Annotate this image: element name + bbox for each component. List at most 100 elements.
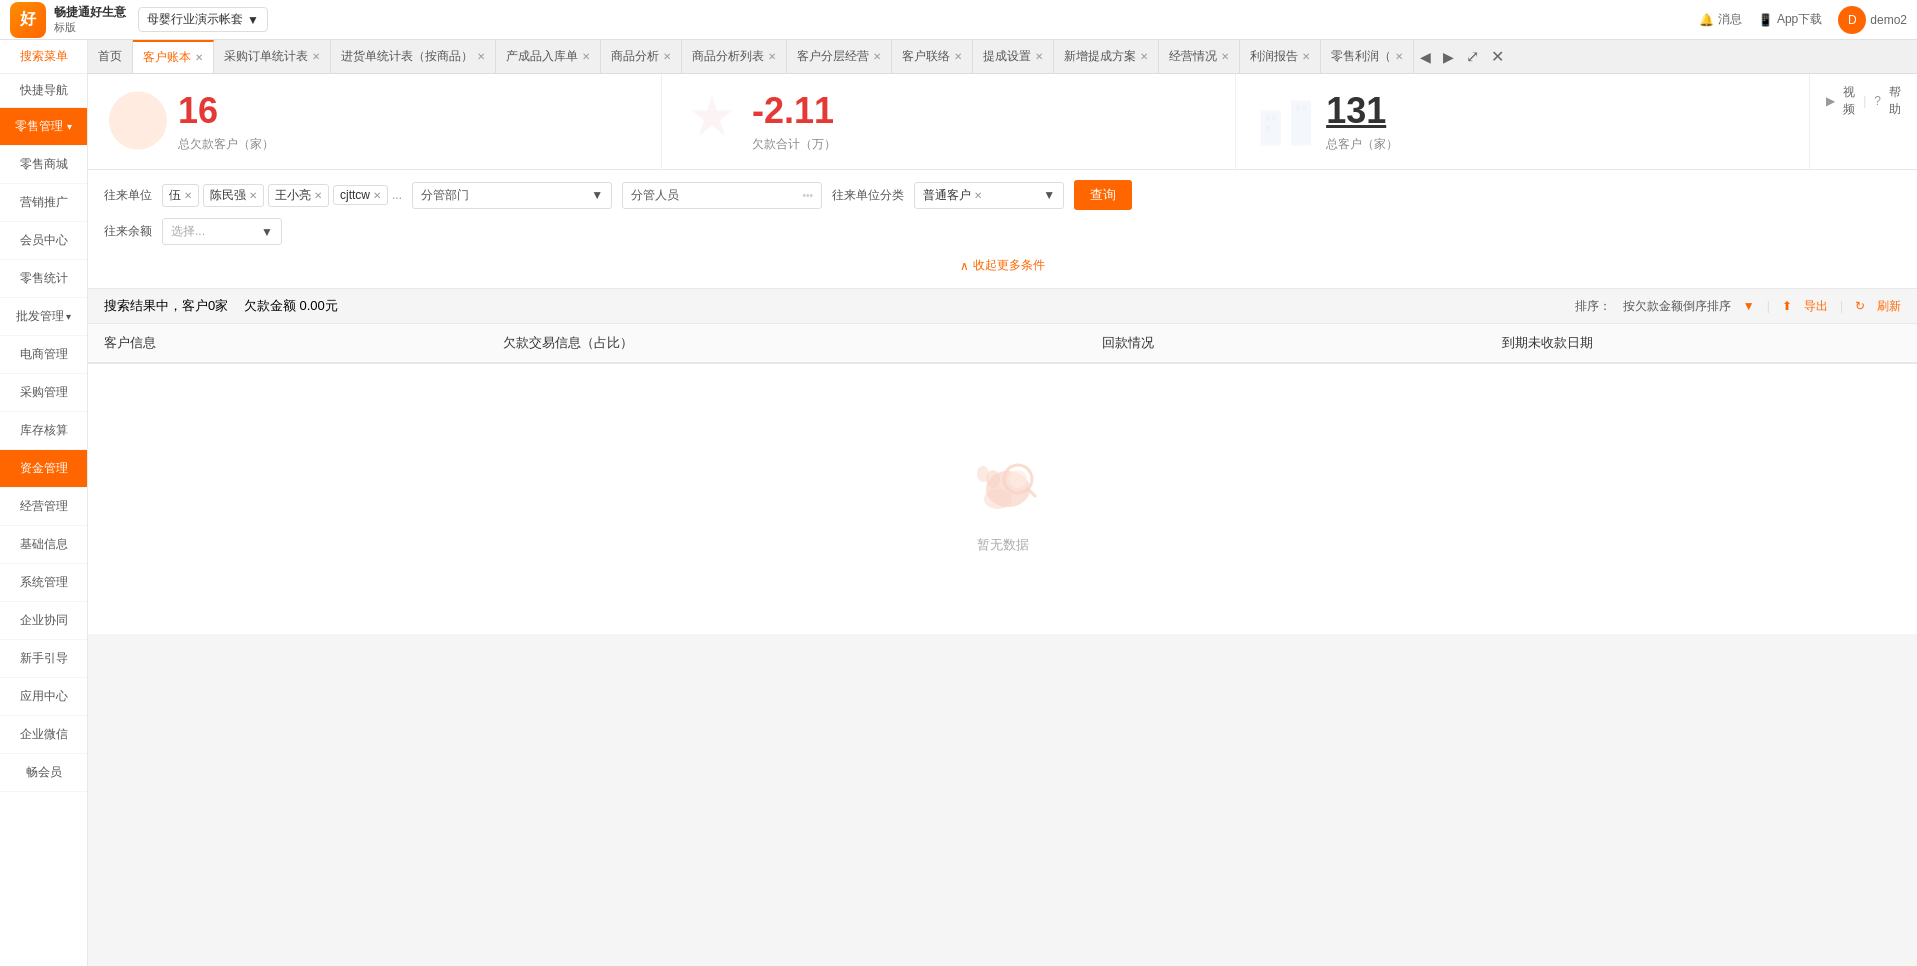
app-subtitle: 标版 (54, 20, 126, 34)
sidebar-item-chang-member[interactable]: 畅会员 (0, 754, 87, 792)
avatar-image: D (1838, 6, 1866, 34)
tab-close-ops-situation[interactable]: ✕ (1221, 51, 1229, 62)
sidebar-item-system-mgmt[interactable]: 系统管理 (0, 564, 87, 602)
sidebar-item-ecommerce-mgmt[interactable]: 电商管理 (0, 336, 87, 374)
tab-close-retail-profit[interactable]: ✕ (1395, 51, 1403, 62)
stat-card-overdue-customers: ¥ 16 总欠款客户（家） (88, 74, 662, 169)
tab-expand-button[interactable]: ⤢ (1460, 47, 1485, 66)
overdue-customers-number: 16 (178, 90, 274, 132)
tab-close-inventory-stats[interactable]: ✕ (477, 51, 485, 62)
sidebar-item-purchase-mgmt[interactable]: 采购管理 (0, 374, 87, 412)
table-col-overdue-info: 欠款交易信息（占比） (503, 334, 1102, 352)
sidebar-item-basic-info[interactable]: 基础信息 (0, 526, 87, 564)
sidebar-item-retail-mall[interactable]: 零售商城 (0, 146, 87, 184)
help-link[interactable]: 帮助 (1889, 84, 1901, 118)
video-link[interactable]: 视频 (1843, 84, 1855, 118)
tab-profit-report[interactable]: 利润报告 ✕ (1240, 40, 1321, 74)
sidebar-item-retail-stats[interactable]: 零售统计 (0, 260, 87, 298)
tab-customer-book[interactable]: 客户账本 ✕ (133, 40, 214, 74)
app-logo: 好 (10, 2, 46, 38)
tab-commission-settings[interactable]: 提成设置 ✕ (973, 40, 1054, 74)
sidebar-item-retail-mgmt[interactable]: 零售管理 ▾ (0, 108, 87, 146)
unit-tag-wangxl[interactable]: 王小亮 ✕ (268, 184, 329, 207)
sidebar-item-app-center[interactable]: 应用中心 (0, 678, 87, 716)
chevron-right-icon: ▾ (67, 121, 72, 132)
account-selector[interactable]: 母婴行业演示帐套 ▼ (138, 7, 268, 32)
sidebar-item-newbie-guide[interactable]: 新手引导 (0, 640, 87, 678)
svg-rect-4 (1291, 100, 1311, 145)
svg-rect-8 (1296, 105, 1300, 110)
tab-close-customer-tier[interactable]: ✕ (873, 51, 881, 62)
notifications-button[interactable]: 🔔 消息 (1699, 11, 1742, 28)
tab-customer-contact[interactable]: 客户联络 ✕ (892, 40, 973, 74)
overdue-customers-label: 总欠款客户（家） (178, 136, 274, 153)
unit-tag-cjttcw[interactable]: cjttcw ✕ (333, 185, 388, 205)
remove-tag-chenmq[interactable]: ✕ (249, 190, 257, 201)
sidebar-item-finance-mgmt[interactable]: 资金管理 (0, 450, 87, 488)
remove-tag-cjttcw[interactable]: ✕ (373, 190, 381, 201)
sort-label: 排序： (1575, 298, 1611, 315)
tab-new-commission-plan[interactable]: 新增提成方案 ✕ (1054, 40, 1159, 74)
download-icon: 📱 (1758, 13, 1773, 27)
staff-filter-dropdown[interactable]: 分管人员 ••• (622, 182, 822, 209)
tab-close-all-button[interactable]: ✕ (1485, 47, 1510, 66)
app-title: 畅捷通好生意 (54, 5, 126, 21)
user-avatar[interactable]: D demo2 (1838, 6, 1907, 34)
tab-close-new-commission-plan[interactable]: ✕ (1140, 51, 1148, 62)
sort-by-amount[interactable]: 按欠款金额倒序排序 (1623, 298, 1731, 315)
tab-retail-profit[interactable]: 零售利润（ ✕ (1321, 40, 1414, 74)
sidebar-quick-nav[interactable]: 快捷导航 (0, 74, 87, 108)
collapse-filters-button[interactable]: ∧ 收起更多条件 (960, 257, 1045, 274)
tab-home[interactable]: 首页 (88, 40, 133, 74)
table-header: 客户信息 欠款交易信息（占比） 回款情况 到期未收款日期 (88, 324, 1917, 364)
remove-unit-class[interactable]: ✕ (974, 190, 982, 201)
tab-close-commission-settings[interactable]: ✕ (1035, 51, 1043, 62)
empty-state: 暂无数据 (88, 364, 1917, 634)
tab-close-purchase-order-stats[interactable]: ✕ (312, 51, 320, 62)
empty-state-icon (963, 444, 1043, 524)
remove-tag-wangxl[interactable]: ✕ (314, 190, 322, 201)
tab-ops-situation[interactable]: 经营情况 ✕ (1159, 40, 1240, 74)
tab-product-analysis-list[interactable]: 商品分析列表 ✕ (682, 40, 787, 74)
tab-nav-prev[interactable]: ◀ (1414, 49, 1437, 65)
tab-close-product-analysis[interactable]: ✕ (663, 51, 671, 62)
sidebar-search[interactable]: 搜索菜单 (0, 40, 87, 74)
separator2: | (1840, 299, 1843, 313)
export-button[interactable]: 导出 (1804, 298, 1828, 315)
query-button[interactable]: 查询 (1074, 180, 1132, 210)
unit-tags-more[interactable]: ... (392, 188, 402, 202)
tab-close-product-inbound[interactable]: ✕ (582, 51, 590, 62)
empty-text: 暂无数据 (977, 536, 1029, 554)
tab-close-product-analysis-list[interactable]: ✕ (768, 51, 776, 62)
dept-filter-dropdown[interactable]: 分管部门 ▼ (412, 182, 612, 209)
svg-text:¥: ¥ (130, 106, 145, 133)
tab-close-customer-book[interactable]: ✕ (195, 52, 203, 63)
sidebar-item-ops-mgmt[interactable]: 经营管理 (0, 488, 87, 526)
unit-tag-chenmq[interactable]: 陈民强 ✕ (203, 184, 264, 207)
svg-rect-7 (1266, 125, 1270, 130)
sidebar-item-marketing[interactable]: 营销推广 (0, 184, 87, 222)
sidebar-item-wholesale-mgmt[interactable]: 批发管理▾ (0, 298, 87, 336)
tab-customer-tier[interactable]: 客户分层经营 ✕ (787, 40, 892, 74)
tab-product-analysis[interactable]: 商品分析 ✕ (601, 40, 682, 74)
badge-icon (682, 90, 742, 150)
unit-filter-label: 往来单位 (104, 187, 152, 204)
tab-product-inbound[interactable]: 产成品入库单 ✕ (496, 40, 601, 74)
tab-inventory-stats[interactable]: 进货单统计表（按商品） ✕ (331, 40, 496, 74)
sidebar-item-member-center[interactable]: 会员中心 (0, 222, 87, 260)
tab-nav-next[interactable]: ▶ (1437, 49, 1460, 65)
unit-tag-wu[interactable]: 伍 ✕ (162, 184, 199, 207)
balance-filter-dropdown[interactable]: 选择... ▼ (162, 218, 282, 245)
sidebar-item-enterprise-collab[interactable]: 企业协同 (0, 602, 87, 640)
tab-purchase-order-stats[interactable]: 采购订单统计表 ✕ (214, 40, 331, 74)
sidebar-item-enterprise-wechat[interactable]: 企业微信 (0, 716, 87, 754)
refresh-button[interactable]: 刷新 (1877, 298, 1901, 315)
tab-close-customer-contact[interactable]: ✕ (954, 51, 962, 62)
remove-tag-wu[interactable]: ✕ (184, 190, 192, 201)
tab-close-profit-report[interactable]: ✕ (1302, 51, 1310, 62)
app-download-button[interactable]: 📱 App下载 (1758, 11, 1822, 28)
unit-class-dropdown[interactable]: 普通客户 ✕ ▼ (914, 182, 1064, 209)
chevron-down-icon: ▼ (261, 225, 273, 239)
video-icon: ▶ (1826, 94, 1835, 108)
sidebar-item-inventory[interactable]: 库存核算 (0, 412, 87, 450)
